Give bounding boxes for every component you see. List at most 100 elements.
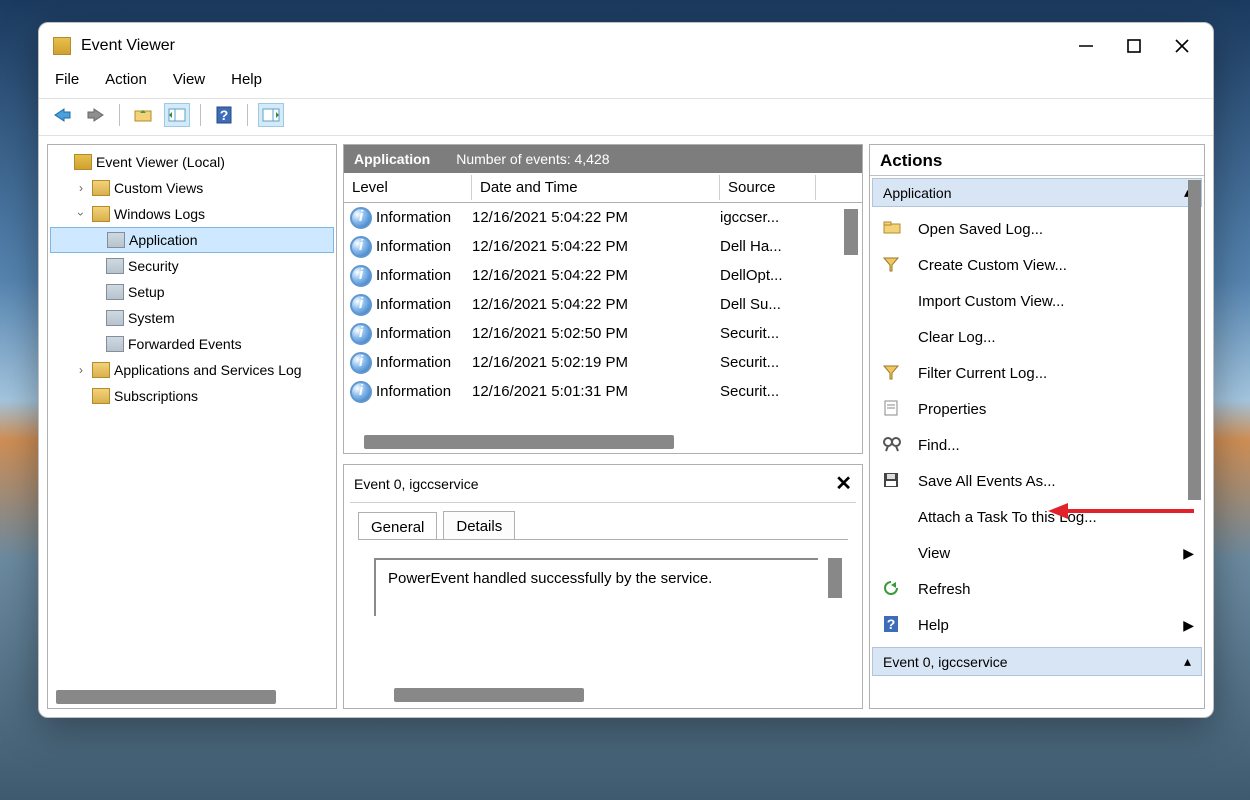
tree-applications-services[interactable]: ›Applications and Services Log [50,357,334,383]
submenu-icon: ▶ [1183,545,1194,562]
close-button[interactable] [1173,37,1191,55]
tree-root[interactable]: Event Viewer (Local) [50,149,334,175]
list-pane-icon[interactable] [164,103,190,127]
action-label: Find... [918,437,1194,454]
information-icon [350,323,372,345]
action-label: Open Saved Log... [918,221,1194,238]
action-filter-current-log[interactable]: Filter Current Log... [872,355,1202,391]
cell-date: 12/16/2021 5:04:22 PM [472,209,720,226]
col-source[interactable]: Source [720,175,816,200]
menu-file[interactable]: File [55,71,79,88]
help-icon: ? [882,615,906,635]
tree-label: Forwarded Events [128,336,242,352]
close-detail-button[interactable]: ✕ [835,471,852,496]
tree-setup[interactable]: Setup [50,279,334,305]
tree-custom-views[interactable]: ›Custom Views [50,175,334,201]
col-level[interactable]: Level [344,175,472,200]
actions-section-application[interactable]: Application ▴ [872,178,1202,207]
event-list-pane: Application Number of events: 4,428 Leve… [343,144,863,454]
actions-header: Actions [870,145,1204,176]
window-title: Event Viewer [81,37,1077,55]
event-row[interactable]: Information 12/16/2021 5:04:22 PM Dell S… [344,290,862,319]
tree-application[interactable]: Application [50,227,334,253]
action-save-all-events-as[interactable]: Save All Events As... [872,463,1202,499]
event-detail-pane: Event 0, igccservice ✕ General Details P… [343,464,863,709]
menu-action[interactable]: Action [105,71,147,88]
app-icon [53,37,71,55]
folder-icon [882,219,906,239]
event-row[interactable]: Information 12/16/2021 5:01:31 PM Securi… [344,377,862,406]
action-clear-log[interactable]: Clear Log... [872,319,1202,355]
preview-pane-icon[interactable] [258,103,284,127]
event-row[interactable]: Information 12/16/2021 5:04:22 PM Dell H… [344,232,862,261]
cell-date: 12/16/2021 5:01:31 PM [472,383,720,400]
action-label: View [918,545,1183,562]
tab-details[interactable]: Details [443,511,515,539]
cell-date: 12/16/2021 5:02:19 PM [472,354,720,371]
tree-forwarded-events[interactable]: Forwarded Events [50,331,334,357]
back-button[interactable] [49,103,75,127]
action-create-custom-view[interactable]: Create Custom View... [872,247,1202,283]
folder-up-icon[interactable] [130,103,156,127]
help-icon[interactable]: ? [211,103,237,127]
cell-source: igccser... [720,209,800,226]
cell-level: Information [376,238,472,255]
maximize-button[interactable] [1125,37,1143,55]
menu-help[interactable]: Help [231,71,262,88]
detail-hscrollbar[interactable] [394,688,584,702]
event-list-scrollbar[interactable] [844,209,858,255]
event-row[interactable]: Information 12/16/2021 5:04:22 PM DellOp… [344,261,862,290]
minimize-button[interactable] [1077,37,1095,55]
actions-section-event[interactable]: Event 0, igccservice ▴ [872,647,1202,676]
tree-windows-logs[interactable]: ›Windows Logs [50,201,334,227]
action-view[interactable]: View ▶ [872,535,1202,571]
svg-text:?: ? [220,107,229,123]
action-refresh[interactable]: Refresh [872,571,1202,607]
event-list-hscrollbar[interactable] [364,435,674,449]
tree-subscriptions[interactable]: Subscriptions [50,383,334,409]
action-help[interactable]: ? Help ▶ [872,607,1202,643]
tree-scrollbar[interactable] [56,690,276,704]
action-properties[interactable]: Properties [872,391,1202,427]
cell-level: Information [376,325,472,342]
event-row[interactable]: Information 12/16/2021 5:02:50 PM Securi… [344,319,862,348]
cell-source: Securit... [720,325,800,342]
action-import-custom-view[interactable]: Import Custom View... [872,283,1202,319]
event-count-label: Number of events: 4,428 [456,151,609,167]
tree-label: Custom Views [114,180,203,196]
menu-view[interactable]: View [173,71,205,88]
tree-label: System [128,310,175,326]
cell-level: Information [376,383,472,400]
tree-security[interactable]: Security [50,253,334,279]
cell-source: Dell Ha... [720,238,800,255]
action-label: Help [918,617,1183,634]
tree-label: Security [128,258,179,274]
toolbar: ? [39,99,1213,136]
action-find[interactable]: Find... [872,427,1202,463]
tree-system[interactable]: System [50,305,334,331]
event-list-title: Application [354,151,430,167]
cell-date: 12/16/2021 5:04:22 PM [472,267,720,284]
svg-text:?: ? [887,616,896,632]
column-headers[interactable]: Level Date and Time Source [344,173,862,203]
actions-scrollbar[interactable] [1188,180,1201,500]
navigation-tree-pane: Event Viewer (Local) ›Custom Views ›Wind… [47,144,337,709]
cell-date: 12/16/2021 5:02:50 PM [472,325,720,342]
none-icon [882,543,906,563]
tree-label: Subscriptions [114,388,198,404]
tab-general[interactable]: General [358,512,437,540]
annotation-arrow [1046,500,1196,522]
forward-button[interactable] [83,103,109,127]
tree-label: Setup [128,284,165,300]
detail-scrollbar[interactable] [828,558,842,598]
col-date[interactable]: Date and Time [472,175,720,200]
event-row[interactable]: Information 12/16/2021 5:04:22 PM igccse… [344,203,862,232]
titlebar[interactable]: Event Viewer [39,23,1213,67]
information-icon [350,381,372,403]
action-open-saved-log[interactable]: Open Saved Log... [872,211,1202,247]
funnel-icon [882,255,906,275]
event-row[interactable]: Information 12/16/2021 5:02:19 PM Securi… [344,348,862,377]
tree-root-label: Event Viewer (Local) [96,154,225,170]
information-icon [350,265,372,287]
cell-level: Information [376,209,472,226]
